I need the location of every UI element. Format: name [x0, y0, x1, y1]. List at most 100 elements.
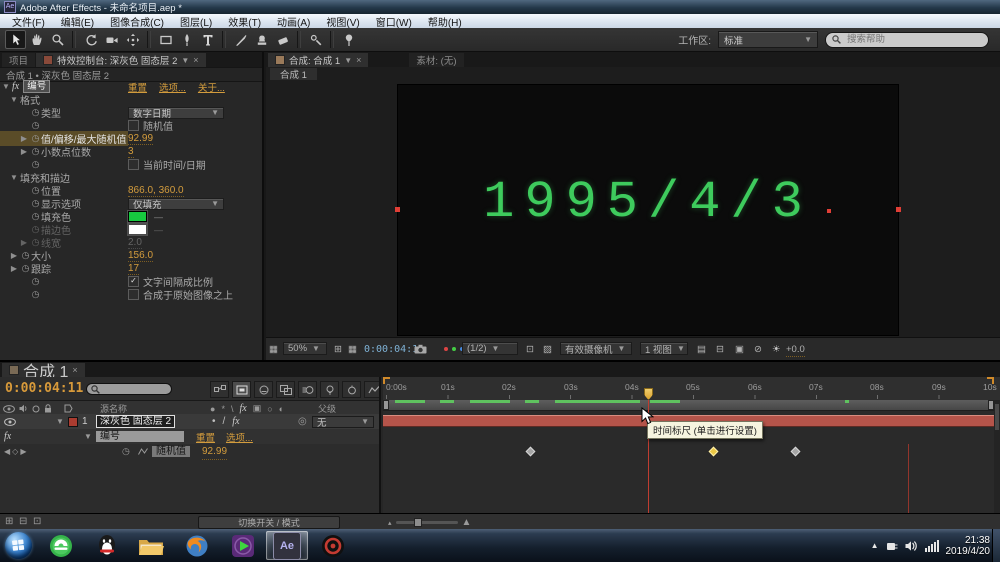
- menu-composition[interactable]: 图像合成(C): [102, 14, 172, 29]
- active-camera-dropdown[interactable]: 有效摄像机▼: [560, 342, 632, 355]
- grid-guides-icon[interactable]: ▦: [348, 342, 357, 356]
- workspace-dropdown[interactable]: 标准 ▼: [718, 31, 818, 48]
- safe-frames-icon[interactable]: ⊞: [334, 342, 342, 356]
- graph-editor-icon[interactable]: [364, 381, 381, 398]
- hand-tool[interactable]: [26, 30, 47, 49]
- stopwatch-icon[interactable]: ◷: [30, 198, 41, 209]
- taskbar-after-effects[interactable]: Ae: [266, 531, 308, 560]
- random-checkbox[interactable]: [128, 120, 139, 131]
- menu-edit[interactable]: 编辑(E): [53, 14, 102, 29]
- taskbar-qq[interactable]: [86, 531, 128, 560]
- keyframe[interactable]: [526, 447, 536, 457]
- show-desktop-button[interactable]: [992, 529, 1000, 562]
- effect-expand-icon[interactable]: ▼: [84, 429, 92, 444]
- rotation-tool[interactable]: [80, 30, 101, 49]
- tray-expand-icon[interactable]: ▲: [871, 541, 879, 550]
- auto-keyframe-icon[interactable]: [342, 381, 361, 398]
- clone-stamp-tool[interactable]: [251, 30, 272, 49]
- pan-behind-tool[interactable]: [122, 30, 143, 49]
- layer-switches[interactable]: • / fx: [212, 414, 240, 429]
- menu-effect[interactable]: 效果(T): [220, 14, 269, 29]
- comp-canvas[interactable]: 1995/4/3: [398, 85, 898, 335]
- comp-miniflow-icon[interactable]: [210, 381, 229, 398]
- effect-group-row[interactable]: fx ▼ 编号 重置 选项...: [0, 429, 379, 444]
- fill-color-swatch[interactable]: [128, 211, 147, 222]
- taskbar-firefox[interactable]: [176, 531, 218, 560]
- shy-layers-icon[interactable]: [254, 381, 273, 398]
- current-time-display[interactable]: 0:00:04:11: [5, 381, 83, 396]
- puppet-pin-tool[interactable]: [338, 30, 359, 49]
- audio-icon[interactable]: [19, 404, 28, 413]
- roto-brush-tool[interactable]: [305, 30, 326, 49]
- layer-name-edit[interactable]: 深灰色 固态层 2: [96, 414, 175, 429]
- region-of-interest-icon[interactable]: ⊡: [526, 342, 534, 356]
- property-row[interactable]: ◀ ◇ ▶ ◷ 随机值 92.99: [0, 444, 379, 459]
- motion-blur-icon[interactable]: [298, 381, 317, 398]
- stopwatch-icon[interactable]: ◷: [30, 133, 41, 144]
- expand-layer-switches-icon[interactable]: ⊞: [5, 514, 13, 529]
- stopwatch-icon[interactable]: ◷: [30, 107, 41, 118]
- expand-icon[interactable]: ▶: [18, 134, 30, 143]
- chevron-down-icon[interactable]: ▼: [181, 56, 189, 65]
- taskbar-explorer[interactable]: [130, 531, 172, 560]
- chevron-down-icon[interactable]: ▼: [344, 56, 352, 65]
- keyframe-selected[interactable]: [709, 447, 719, 457]
- timeline-vscrollbar[interactable]: [994, 400, 1000, 514]
- volume-icon[interactable]: [905, 540, 918, 552]
- view-layout-dropdown[interactable]: 1 视图▼: [640, 342, 688, 355]
- tab-composition[interactable]: 合成: 合成 1 ▼ ×: [268, 53, 368, 67]
- close-icon[interactable]: ×: [193, 55, 198, 65]
- zoom-slider-thumb[interactable]: [414, 518, 422, 527]
- display-options-dropdown[interactable]: 仅填充▼: [128, 198, 224, 210]
- menu-view[interactable]: 视图(V): [318, 14, 367, 29]
- timeline-zoom-slider[interactable]: ▴ ▲: [388, 517, 471, 528]
- layer-expand-icon[interactable]: ▼: [56, 414, 64, 429]
- flowchart-icon[interactable]: ⊘: [754, 342, 762, 356]
- work-area-start-handle[interactable]: [383, 400, 389, 410]
- current-time-checkbox[interactable]: [128, 159, 139, 170]
- toggle-switches-modes-button[interactable]: 切换开关 / 模式: [198, 516, 340, 529]
- stopwatch-icon[interactable]: ◷: [30, 120, 41, 131]
- decimal-value[interactable]: 3: [128, 146, 134, 158]
- stopwatch-icon[interactable]: ◷: [122, 444, 133, 459]
- stopwatch-icon[interactable]: ◷: [30, 159, 41, 170]
- expand-inout-panes-icon[interactable]: ⊡: [33, 514, 41, 529]
- work-area-start-marker[interactable]: [383, 377, 390, 384]
- value-offset-value[interactable]: 92.99: [128, 133, 153, 145]
- stopwatch-icon[interactable]: ◷: [30, 289, 41, 300]
- tracking-value[interactable]: 17: [128, 263, 139, 275]
- taskbar-potplayer[interactable]: [222, 531, 264, 560]
- timeline-search-box[interactable]: [86, 383, 172, 395]
- zoom-in-icon[interactable]: ▲: [462, 517, 472, 528]
- exposure-icon[interactable]: ☀: [772, 342, 781, 356]
- help-search-box[interactable]: [825, 32, 989, 48]
- layer-row[interactable]: ▼ 1 深灰色 固态层 2 • / fx ◎ 无▼: [0, 414, 379, 429]
- eyedropper-icon[interactable]: —: [154, 212, 163, 222]
- lock-icon[interactable]: [44, 404, 52, 413]
- pixel-aspect-icon[interactable]: ▤: [697, 342, 706, 356]
- zoom-tool[interactable]: [47, 30, 68, 49]
- stopwatch-icon[interactable]: ◷: [30, 146, 41, 157]
- options-link[interactable]: 选项...: [159, 80, 186, 94]
- menu-animation[interactable]: 动画(A): [269, 14, 318, 29]
- subtab-comp1[interactable]: 合成 1: [270, 68, 317, 80]
- help-search-input[interactable]: [845, 33, 982, 46]
- timeline-tab-comp1[interactable]: 合成 1 ×: [2, 363, 85, 377]
- pen-tool[interactable]: [176, 30, 197, 49]
- brainstorm-icon[interactable]: [320, 381, 339, 398]
- keyframe[interactable]: [791, 447, 801, 457]
- transparency-grid-icon[interactable]: ▨: [543, 342, 552, 356]
- prev-keyframe-icon[interactable]: ◀: [4, 447, 10, 456]
- stopwatch-icon[interactable]: ◷: [20, 250, 31, 261]
- layer-handle-right[interactable]: [896, 207, 901, 212]
- snapshot-camera-icon[interactable]: [414, 342, 427, 356]
- power-plug-icon[interactable]: [886, 540, 898, 552]
- eraser-tool[interactable]: [272, 30, 293, 49]
- eye-icon[interactable]: [3, 405, 15, 413]
- effect-point-control[interactable]: [827, 209, 831, 213]
- network-signal-icon[interactable]: [925, 540, 939, 552]
- time-ruler[interactable]: 0:00s 01s 02s 03s 04s 05s 06s 07s 08s 09…: [383, 377, 1000, 401]
- solo-icon[interactable]: [32, 405, 40, 413]
- magnification-dropdown[interactable]: 50%▼: [283, 342, 327, 355]
- work-area-bar[interactable]: [383, 400, 994, 411]
